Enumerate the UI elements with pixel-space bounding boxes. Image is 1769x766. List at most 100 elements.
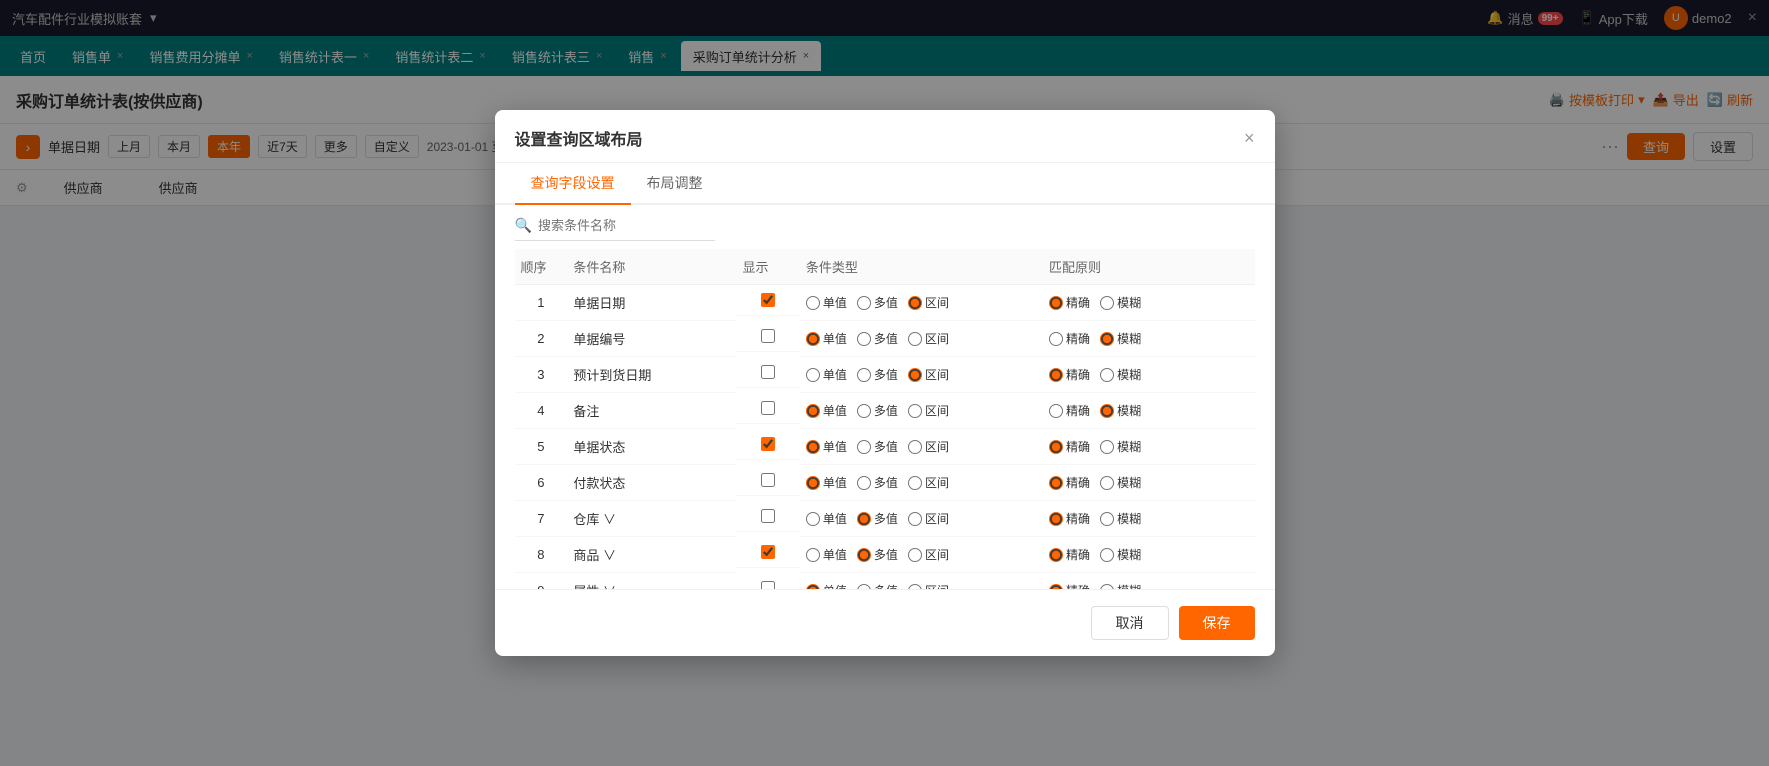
row-display-7[interactable] bbox=[736, 501, 799, 532]
type-radio-区间-7[interactable] bbox=[908, 512, 922, 526]
type-option-区间-2[interactable]: 区间 bbox=[908, 330, 949, 347]
match-radio-精确-1[interactable] bbox=[1049, 296, 1063, 310]
display-checkbox-5[interactable] bbox=[761, 437, 775, 451]
match-option-模糊-4[interactable]: 模糊 bbox=[1100, 402, 1141, 419]
type-option-区间-6[interactable]: 区间 bbox=[908, 474, 949, 491]
type-radio-单值-2[interactable] bbox=[806, 332, 820, 346]
match-option-模糊-1[interactable]: 模糊 bbox=[1100, 294, 1141, 311]
match-option-模糊-9[interactable]: 模糊 bbox=[1100, 582, 1141, 589]
display-checkbox-3[interactable] bbox=[761, 365, 775, 379]
search-input[interactable] bbox=[538, 218, 698, 233]
type-option-多值-6[interactable]: 多值 bbox=[857, 474, 898, 491]
row-display-2[interactable] bbox=[736, 321, 799, 352]
type-radio-区间-5[interactable] bbox=[908, 440, 922, 454]
match-radio-模糊-2[interactable] bbox=[1100, 332, 1114, 346]
modal-tab-layout[interactable]: 布局调整 bbox=[631, 163, 719, 205]
type-option-区间-1[interactable]: 区间 bbox=[908, 294, 949, 311]
type-radio-单值-7[interactable] bbox=[806, 512, 820, 526]
type-radio-区间-1[interactable] bbox=[908, 296, 922, 310]
match-radio-模糊-8[interactable] bbox=[1100, 548, 1114, 562]
type-radio-区间-4[interactable] bbox=[908, 404, 922, 418]
type-option-单值-5[interactable]: 单值 bbox=[806, 438, 847, 455]
match-radio-精确-6[interactable] bbox=[1049, 476, 1063, 490]
type-option-多值-9[interactable]: 多值 bbox=[857, 582, 898, 589]
type-option-区间-3[interactable]: 区间 bbox=[908, 366, 949, 383]
type-option-单值-1[interactable]: 单值 bbox=[806, 294, 847, 311]
row-display-8[interactable] bbox=[736, 537, 799, 568]
type-radio-多值-6[interactable] bbox=[857, 476, 871, 490]
match-option-精确-2[interactable]: 精确 bbox=[1049, 330, 1090, 347]
type-radio-区间-2[interactable] bbox=[908, 332, 922, 346]
display-checkbox-9[interactable] bbox=[761, 581, 775, 590]
type-option-单值-7[interactable]: 单值 bbox=[806, 510, 847, 527]
type-radio-单值-4[interactable] bbox=[806, 404, 820, 418]
type-radio-多值-5[interactable] bbox=[857, 440, 871, 454]
type-radio-区间-8[interactable] bbox=[908, 548, 922, 562]
display-checkbox-8[interactable] bbox=[761, 545, 775, 559]
match-radio-精确-5[interactable] bbox=[1049, 440, 1063, 454]
row-display-4[interactable] bbox=[736, 393, 799, 424]
type-radio-单值-8[interactable] bbox=[806, 548, 820, 562]
match-radio-精确-2[interactable] bbox=[1049, 332, 1063, 346]
match-radio-模糊-7[interactable] bbox=[1100, 512, 1114, 526]
match-option-模糊-3[interactable]: 模糊 bbox=[1100, 366, 1141, 383]
type-option-单值-2[interactable]: 单值 bbox=[806, 330, 847, 347]
match-option-模糊-5[interactable]: 模糊 bbox=[1100, 438, 1141, 455]
type-option-多值-3[interactable]: 多值 bbox=[857, 366, 898, 383]
match-radio-精确-8[interactable] bbox=[1049, 548, 1063, 562]
match-option-精确-3[interactable]: 精确 bbox=[1049, 366, 1090, 383]
type-radio-多值-7[interactable] bbox=[857, 512, 871, 526]
type-option-单值-9[interactable]: 单值 bbox=[806, 582, 847, 589]
type-option-区间-9[interactable]: 区间 bbox=[908, 582, 949, 589]
type-option-多值-2[interactable]: 多值 bbox=[857, 330, 898, 347]
modal-close-button[interactable]: × bbox=[1244, 129, 1255, 147]
type-option-多值-1[interactable]: 多值 bbox=[857, 294, 898, 311]
type-option-多值-7[interactable]: 多值 bbox=[857, 510, 898, 527]
type-option-区间-8[interactable]: 区间 bbox=[908, 546, 949, 563]
match-radio-模糊-6[interactable] bbox=[1100, 476, 1114, 490]
match-option-模糊-8[interactable]: 模糊 bbox=[1100, 546, 1141, 563]
match-radio-模糊-1[interactable] bbox=[1100, 296, 1114, 310]
match-option-精确-5[interactable]: 精确 bbox=[1049, 438, 1090, 455]
type-option-多值-5[interactable]: 多值 bbox=[857, 438, 898, 455]
type-radio-单值-3[interactable] bbox=[806, 368, 820, 382]
type-radio-单值-1[interactable] bbox=[806, 296, 820, 310]
display-checkbox-7[interactable] bbox=[761, 509, 775, 523]
match-option-模糊-2[interactable]: 模糊 bbox=[1100, 330, 1141, 347]
row-display-5[interactable] bbox=[736, 429, 799, 460]
cancel-button[interactable]: 取消 bbox=[1091, 606, 1169, 640]
type-option-区间-5[interactable]: 区间 bbox=[908, 438, 949, 455]
match-option-精确-9[interactable]: 精确 bbox=[1049, 582, 1090, 589]
match-option-精确-7[interactable]: 精确 bbox=[1049, 510, 1090, 527]
type-option-单值-6[interactable]: 单值 bbox=[806, 474, 847, 491]
match-radio-模糊-3[interactable] bbox=[1100, 368, 1114, 382]
type-radio-单值-6[interactable] bbox=[806, 476, 820, 490]
row-display-9[interactable] bbox=[736, 573, 799, 590]
match-option-精确-8[interactable]: 精确 bbox=[1049, 546, 1090, 563]
match-option-精确-6[interactable]: 精确 bbox=[1049, 474, 1090, 491]
type-radio-多值-2[interactable] bbox=[857, 332, 871, 346]
match-option-模糊-6[interactable]: 模糊 bbox=[1100, 474, 1141, 491]
type-radio-多值-1[interactable] bbox=[857, 296, 871, 310]
row-display-3[interactable] bbox=[736, 357, 799, 388]
match-option-模糊-7[interactable]: 模糊 bbox=[1100, 510, 1141, 527]
type-option-单值-4[interactable]: 单值 bbox=[806, 402, 847, 419]
match-radio-模糊-4[interactable] bbox=[1100, 404, 1114, 418]
type-radio-多值-8[interactable] bbox=[857, 548, 871, 562]
match-radio-精确-4[interactable] bbox=[1049, 404, 1063, 418]
match-radio-模糊-5[interactable] bbox=[1100, 440, 1114, 454]
type-option-多值-4[interactable]: 多值 bbox=[857, 402, 898, 419]
match-option-精确-1[interactable]: 精确 bbox=[1049, 294, 1090, 311]
display-checkbox-1[interactable] bbox=[761, 293, 775, 307]
match-option-精确-4[interactable]: 精确 bbox=[1049, 402, 1090, 419]
type-option-单值-3[interactable]: 单值 bbox=[806, 366, 847, 383]
type-option-区间-7[interactable]: 区间 bbox=[908, 510, 949, 527]
match-radio-精确-7[interactable] bbox=[1049, 512, 1063, 526]
type-radio-区间-6[interactable] bbox=[908, 476, 922, 490]
type-option-区间-4[interactable]: 区间 bbox=[908, 402, 949, 419]
type-radio-多值-4[interactable] bbox=[857, 404, 871, 418]
display-checkbox-4[interactable] bbox=[761, 401, 775, 415]
modal-tab-fields[interactable]: 查询字段设置 bbox=[515, 163, 631, 205]
type-option-多值-8[interactable]: 多值 bbox=[857, 546, 898, 563]
type-radio-区间-3[interactable] bbox=[908, 368, 922, 382]
